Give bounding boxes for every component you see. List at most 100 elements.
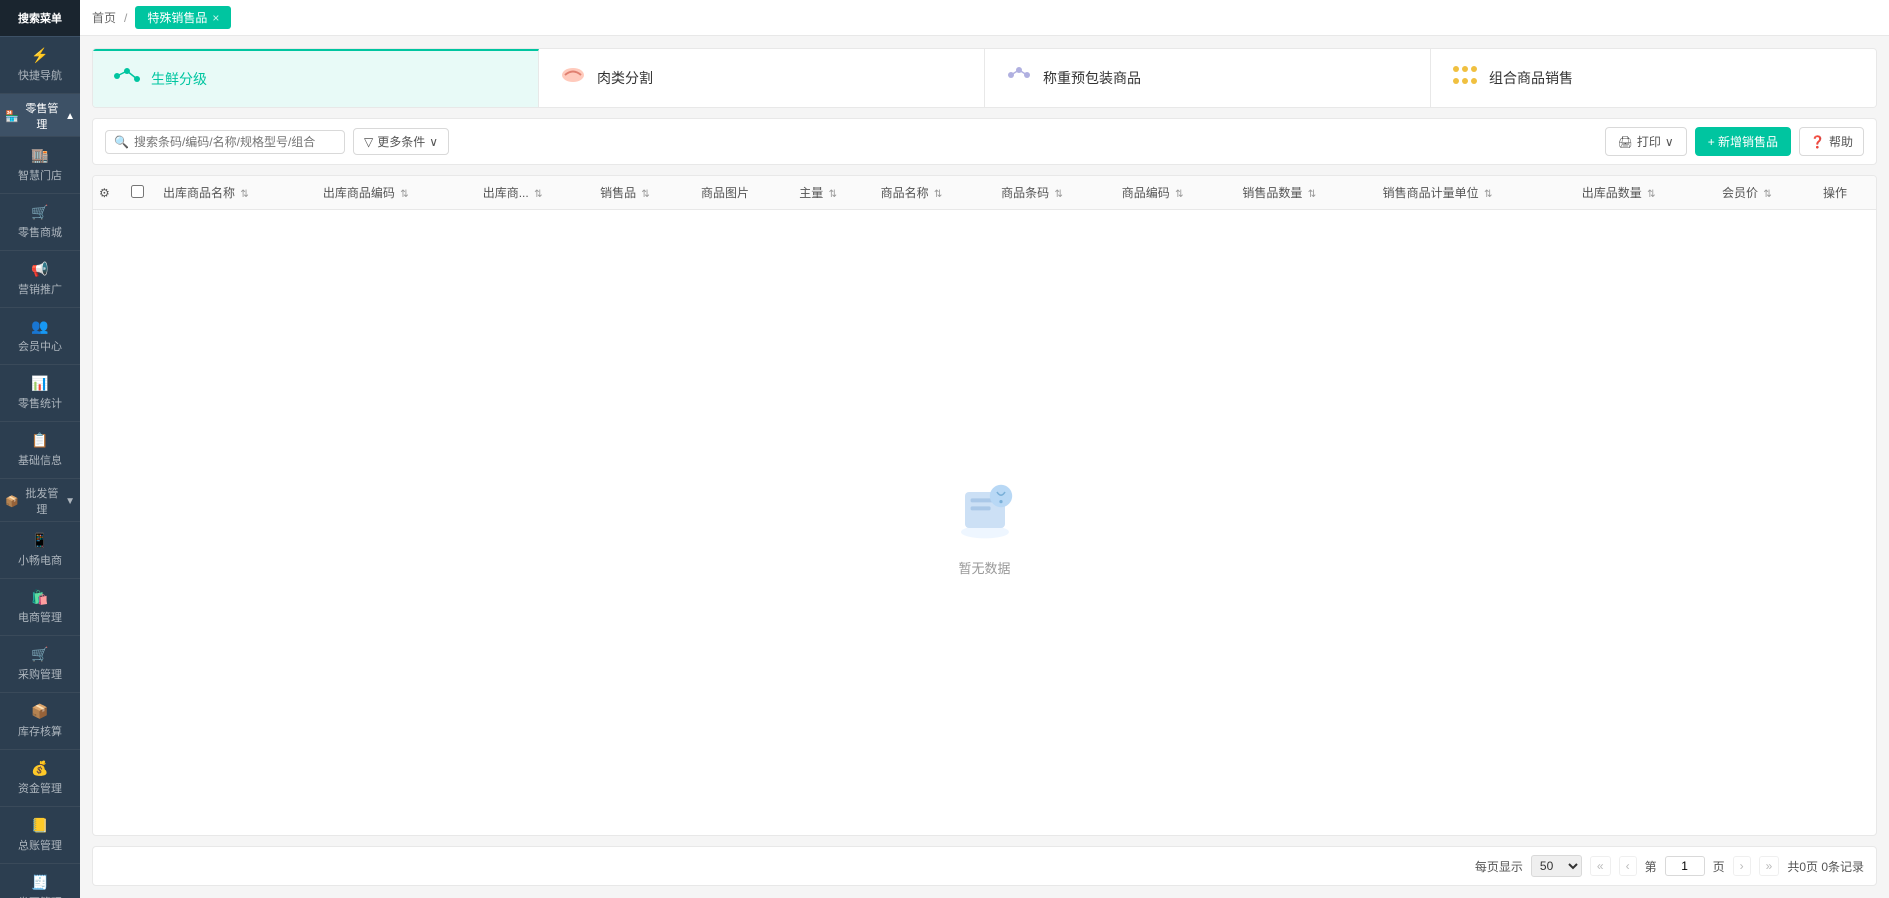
page-input[interactable] [1665, 856, 1705, 876]
search-box[interactable]: 🔍 [105, 130, 345, 154]
invoice-icon: 🧾 [31, 874, 48, 891]
col-out-code[interactable]: 出库商品编码 ⇅ [317, 176, 477, 210]
empty-text: 暂无数据 [958, 558, 1010, 577]
meat-cut-icon [559, 64, 587, 92]
sidebar-label-members: 会员中心 [18, 338, 62, 354]
page-size-label: 每页显示 [1475, 858, 1523, 875]
sidebar-item-marketing[interactable]: 📢 营销推广 [0, 251, 80, 308]
sidebar-item-finance[interactable]: 💰 资金管理 [0, 750, 80, 807]
sort-icon-out-qty: ⇅ [1647, 189, 1655, 200]
print-button[interactable]: 🖨 打印 ∨ [1605, 127, 1687, 156]
tab-card-meat-cut[interactable]: 肉类分割 [539, 49, 985, 107]
ecommerce-icon: 🛍️ [31, 589, 48, 606]
col-sale-qty[interactable]: 销售品数量 ⇅ [1236, 176, 1376, 210]
search-icon: 🔍 [114, 135, 129, 149]
filter-button[interactable]: ▽ 更多条件 ∨ [353, 128, 449, 155]
col-out-spec[interactable]: 出库商... ⇅ [477, 176, 594, 210]
col-sale-unit[interactable]: 销售商品计量单位 ⇅ [1377, 176, 1576, 210]
content-area: 生鲜分级 肉类分割 [80, 36, 1889, 898]
sidebar-item-smart-store[interactable]: 🏬 智慧门店 [0, 137, 80, 194]
sidebar-label-purchase: 采购管理 [18, 666, 62, 682]
last-page-icon: » [1766, 859, 1773, 873]
col-out-qty[interactable]: 出库品数量 ⇅ [1576, 176, 1716, 210]
empty-icon [945, 468, 1025, 548]
print-label: 打印 [1637, 133, 1661, 150]
next-page-icon: › [1740, 859, 1744, 873]
sidebar-label-finance: 资金管理 [18, 780, 62, 796]
col-sale-item[interactable]: 销售品 ⇅ [594, 176, 695, 210]
prev-page-button[interactable]: ‹ [1619, 856, 1637, 876]
tab-card-label-combo-sale: 组合商品销售 [1489, 68, 1573, 88]
quick-nav-icon: ⚡ [31, 47, 48, 64]
current-page-label: 第 [1645, 858, 1657, 875]
marketing-icon: 📢 [31, 261, 48, 278]
sidebar-label-inventory: 库存核算 [18, 723, 62, 739]
new-label: + 新增销售品 [1708, 133, 1778, 150]
sidebar-item-retail-mall[interactable]: 🛒 零售商城 [0, 194, 80, 251]
tab-card-fresh-grade[interactable]: 生鲜分级 [93, 49, 539, 107]
sidebar-search[interactable]: 搜索菜单 [0, 0, 80, 37]
col-settings[interactable]: ⚙ [93, 176, 125, 210]
combo-sale-icon [1451, 64, 1479, 92]
mini-mall-icon: 📱 [31, 532, 48, 549]
col-item-img[interactable]: 商品图片 [695, 176, 793, 210]
col-member-price[interactable]: 会员价 ⇅ [1716, 176, 1817, 210]
filter-chevron-icon: ∨ [429, 135, 438, 149]
col-actions: 操作 [1817, 176, 1876, 210]
col-out-name[interactable]: 出库商品名称 ⇅ [157, 176, 317, 210]
sidebar-label-general-ledger: 总账管理 [18, 837, 62, 853]
sidebar-item-retail-mgmt[interactable]: 🏪 零售管理 ▲ [0, 94, 80, 137]
pagination-bar: 每页显示 50 10 20 100 « ‹ 第 页 › » 共0页 0条记录 [92, 846, 1877, 886]
sidebar-item-mini-mall[interactable]: 📱 小畅电商 [0, 522, 80, 579]
empty-state: 暂无数据 [93, 210, 1876, 835]
current-page-suffix: 页 [1713, 858, 1725, 875]
sidebar-item-general-ledger[interactable]: 📒 总账管理 [0, 807, 80, 864]
sort-icon-item-name: ⇅ [934, 189, 942, 200]
col-barcode[interactable]: 商品条码 ⇅ [995, 176, 1116, 210]
sidebar-item-retail-stats[interactable]: 📊 零售统计 [0, 365, 80, 422]
sidebar-item-quick-nav[interactable]: ⚡ 快捷导航 [0, 37, 80, 94]
general-ledger-icon: 📒 [31, 817, 48, 834]
col-item-code[interactable]: 商品编码 ⇅ [1116, 176, 1237, 210]
filter-icon: ▽ [364, 135, 373, 149]
sort-icon-sale-unit: ⇅ [1484, 189, 1492, 200]
sidebar-item-members[interactable]: 👥 会员中心 [0, 308, 80, 365]
sidebar-item-invoice[interactable]: 🧾 发票管理 [0, 864, 80, 898]
last-page-button[interactable]: » [1759, 856, 1780, 876]
tab-card-label-scale-prepack: 称重预包装商品 [1043, 68, 1141, 88]
breadcrumb-home[interactable]: 首页 [92, 9, 116, 26]
finance-icon: 💰 [31, 760, 48, 777]
page-size-select[interactable]: 50 10 20 100 [1531, 855, 1582, 877]
col-checkbox[interactable] [125, 176, 157, 210]
next-page-button[interactable]: › [1733, 856, 1751, 876]
sidebar-label-marketing: 营销推广 [18, 281, 62, 297]
sidebar-label-mini-mall: 小畅电商 [18, 552, 62, 568]
fresh-grade-icon [113, 65, 141, 93]
retail-mall-icon: 🛒 [31, 204, 48, 221]
active-tab-close[interactable]: × [212, 11, 219, 25]
topbar: 首页 / 特殊销售品 × [80, 0, 1889, 36]
select-all-checkbox[interactable] [131, 185, 144, 198]
first-page-icon: « [1597, 859, 1604, 873]
tab-card-combo-sale[interactable]: 组合商品销售 [1431, 49, 1876, 107]
help-button[interactable]: ❓ 帮助 [1799, 127, 1864, 156]
sort-icon-out-spec: ⇅ [534, 189, 542, 200]
sidebar-label-retail-mgmt: 零售管理 [22, 100, 62, 132]
new-button[interactable]: + 新增销售品 [1695, 127, 1791, 156]
tab-card-scale-prepack[interactable]: 称重预包装商品 [985, 49, 1431, 107]
sidebar-item-basic-info[interactable]: 📋 基础信息 [0, 422, 80, 479]
first-page-button[interactable]: « [1590, 856, 1611, 876]
col-item-name[interactable]: 商品名称 ⇅ [875, 176, 996, 210]
members-icon: 👥 [31, 318, 48, 335]
col-main-weight[interactable]: 主量 ⇅ [793, 176, 874, 210]
toolbar-right: 🖨 打印 ∨ + 新增销售品 ❓ 帮助 [1605, 127, 1864, 156]
table-container: ⚙ 出库商品名称 ⇅ 出库商品编码 ⇅ [92, 175, 1877, 836]
sidebar-item-wholesale-mgmt[interactable]: 📦 批发管理 ▼ [0, 479, 80, 522]
sidebar-item-inventory[interactable]: 📦 库存核算 [0, 693, 80, 750]
sidebar-item-purchase[interactable]: 🛒 采购管理 [0, 636, 80, 693]
search-input[interactable] [134, 135, 336, 149]
sidebar-label-invoice: 发票管理 [18, 894, 62, 898]
sidebar-item-ecommerce[interactable]: 🛍️ 电商管理 [0, 579, 80, 636]
wholesale-icon: 📦 [5, 495, 19, 508]
inventory-icon: 📦 [31, 703, 48, 720]
